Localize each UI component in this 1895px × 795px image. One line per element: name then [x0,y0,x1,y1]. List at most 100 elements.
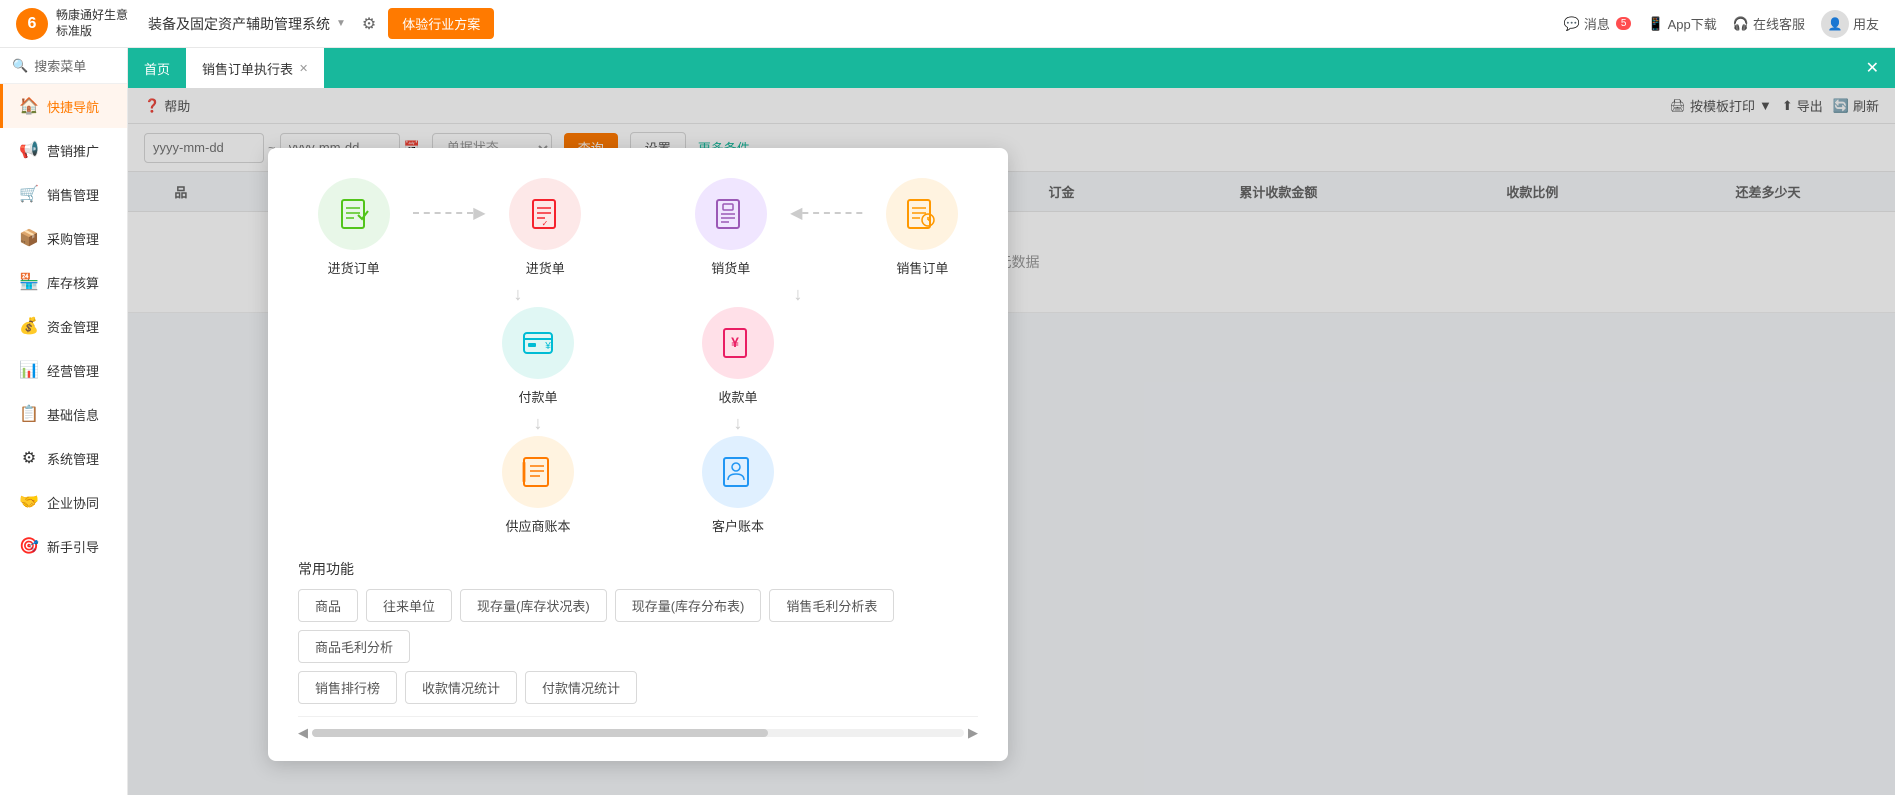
logo-text: 畅康通好生意 标准版 [56,8,128,39]
popup-panel: 进货订单 ▶ [268,148,1008,761]
flow-node-purchase-bill[interactable]: ✓ 进货单 [490,178,601,277]
guide-icon: 🎯 [19,536,39,556]
system-title-text: 装备及固定资产辅助管理系统 [148,14,330,34]
scroll-right-icon[interactable]: ▶ [968,725,978,741]
system-icon: ⚙ [19,448,39,468]
sidebar-item-finance[interactable]: 💰 资金管理 [0,304,127,348]
common-btn-stock-dist[interactable]: 现存量(库存分布表) [615,589,762,622]
common-btn-stock-status[interactable]: 现存量(库存状况表) [460,589,607,622]
common-btn-sales-analysis[interactable]: 销售毛利分析表 [769,589,894,622]
flow-row-2: ¥ 付款单 [298,307,978,406]
experience-button[interactable]: 体验行业方案 [388,8,494,39]
tab-sales-order[interactable]: 销售订单执行表 ✕ [186,48,324,88]
flow-node-receipt[interactable]: ¥ 收款单 [678,307,798,406]
logo-area: 6 畅康通好生意 标准版 [16,8,136,40]
top-right-area: 💬 消息 5 📱 App下载 🎧 在线客服 👤 用友 [1564,10,1879,38]
collab-icon: 🤝 [19,492,39,512]
headset-icon: 🎧 [1733,16,1749,32]
customer-ledger-icon [702,436,774,508]
arrow-purchase-order-to-bill: ▶ [413,203,485,223]
sidebar-item-operations[interactable]: 📊 经营管理 [0,348,127,392]
sidebar-item-system[interactable]: ⚙ 系统管理 [0,436,127,480]
common-btn-payment-stats[interactable]: 付款情况统计 [525,671,637,704]
inventory-icon: 🏪 [19,272,39,292]
flow-diagram: 进货订单 ▶ [298,178,978,543]
common-btn-counterparty[interactable]: 往来单位 [366,589,452,622]
system-title: 装备及固定资产辅助管理系统 ▼ [148,14,346,34]
marketing-icon: 📢 [19,140,39,160]
svg-text:¥: ¥ [544,341,551,352]
receipt-icon: ¥ [702,307,774,379]
common-btn-receipt-stats[interactable]: 收款情况统计 [405,671,517,704]
common-btn-sales-ranking[interactable]: 销售排行榜 [298,671,397,704]
sidebar-item-marketing[interactable]: 📢 营销推广 [0,128,127,172]
tab-home[interactable]: 首页 [128,48,186,88]
content-area: 首页 销售订单执行表 ✕ ✕ ❓ 帮助 � [128,48,1895,795]
purchase-bill-label: 进货单 [526,258,565,277]
supplier-ledger-icon [502,436,574,508]
common-functions-section: 常用功能 商品 往来单位 现存量(库存状况表) 现存量(库存分布表) 销售毛利分… [298,559,978,704]
sidebar-item-quick-nav[interactable]: 🏠 快捷导航 [0,84,127,128]
sidebar-item-purchase[interactable]: 📦 采购管理 [0,216,127,260]
payment-label: 付款单 [518,387,557,406]
user-menu[interactable]: 👤 用友 [1821,10,1879,38]
arrow-right-icon: ▶ [473,203,485,223]
svg-text:✓: ✓ [542,219,549,228]
payment-icon: ¥ [502,307,574,379]
flow-row-3: 供应商账本 [298,436,978,535]
sidebar-item-inventory[interactable]: 🏪 库存核算 [0,260,127,304]
svg-text:¥: ¥ [731,334,739,350]
purchase-order-icon [318,178,390,250]
message-badge: 5 [1616,17,1632,30]
logo-icon: 6 [16,8,48,40]
supplier-ledger-label: 供应商账本 [505,516,570,535]
arrow-sales-order-to-bill: ▶ [790,203,862,223]
tab-close-all-icon[interactable]: ✕ [1866,58,1879,78]
page-content: ❓ 帮助 🖨 按模板打印 ▼ ⬆ 导出 [128,88,1895,795]
sidebar-item-guide[interactable]: 🎯 新手引导 [0,524,127,568]
sales-order-icon [886,178,958,250]
common-btn-product[interactable]: 商品 [298,589,358,622]
sidebar-item-sales[interactable]: 🛒 销售管理 [0,172,127,216]
avatar: 👤 [1821,10,1849,38]
flow-node-sales-bill[interactable]: 销货单 [675,178,786,277]
scroll-left-icon[interactable]: ◀ [298,725,308,741]
dropdown-arrow-icon[interactable]: ▼ [336,18,346,29]
online-service-button[interactable]: 🎧 在线客服 [1733,14,1805,33]
message-button[interactable]: 💬 消息 5 [1564,14,1632,33]
flow-row-1: 进货订单 ▶ [298,178,978,277]
purchase-icon: 📦 [19,228,39,248]
settings-icon[interactable]: ⚙ [362,14,376,34]
common-functions-title: 常用功能 [298,559,978,579]
message-icon: 💬 [1564,16,1580,32]
sidebar-item-basic-info[interactable]: 📋 基础信息 [0,392,127,436]
sales-bill-label: 销货单 [711,258,750,277]
common-btn-product-analysis[interactable]: 商品毛利分析 [298,630,410,663]
mobile-icon: 📱 [1647,16,1663,32]
tab-bar: 首页 销售订单执行表 ✕ ✕ [128,48,1895,88]
search-menu-button[interactable]: 🔍 搜索菜单 [0,48,127,84]
popup-scrollbar: ◀ ▶ [298,716,978,741]
sales-bill-icon [695,178,767,250]
search-icon: 🔍 [12,58,28,74]
common-buttons-area: 商品 往来单位 现存量(库存状况表) 现存量(库存分布表) 销售毛利分析表 商品… [298,589,978,663]
home-icon: 🏠 [19,96,39,116]
flow-node-supplier-ledger[interactable]: 供应商账本 [478,436,598,535]
operations-icon: 📊 [19,360,39,380]
scroll-thumb[interactable] [312,729,768,737]
sidebar-item-collab[interactable]: 🤝 企业协同 [0,480,127,524]
scroll-track [312,729,964,737]
receipt-label: 收款单 [718,387,757,406]
common-buttons-row2: 销售排行榜 收款情况统计 付款情况统计 [298,671,978,704]
customer-ledger-label: 客户账本 [712,516,764,535]
flow-node-payment[interactable]: ¥ 付款单 [478,307,598,406]
flow-node-customer-ledger[interactable]: 客户账本 [678,436,798,535]
basic-info-icon: 📋 [19,404,39,424]
sidebar: 🔍 搜索菜单 🏠 快捷导航 📢 营销推广 🛒 销售管理 📦 采购管理 🏪 [0,48,128,795]
tab-close-icon[interactable]: ✕ [299,62,308,75]
flow-node-sales-order[interactable]: 销售订单 [867,178,978,277]
flow-node-purchase-order[interactable]: 进货订单 [298,178,409,277]
purchase-bill-icon: ✓ [509,178,581,250]
sales-icon: 🛒 [19,184,39,204]
app-download-button[interactable]: 📱 App下载 [1647,14,1716,33]
